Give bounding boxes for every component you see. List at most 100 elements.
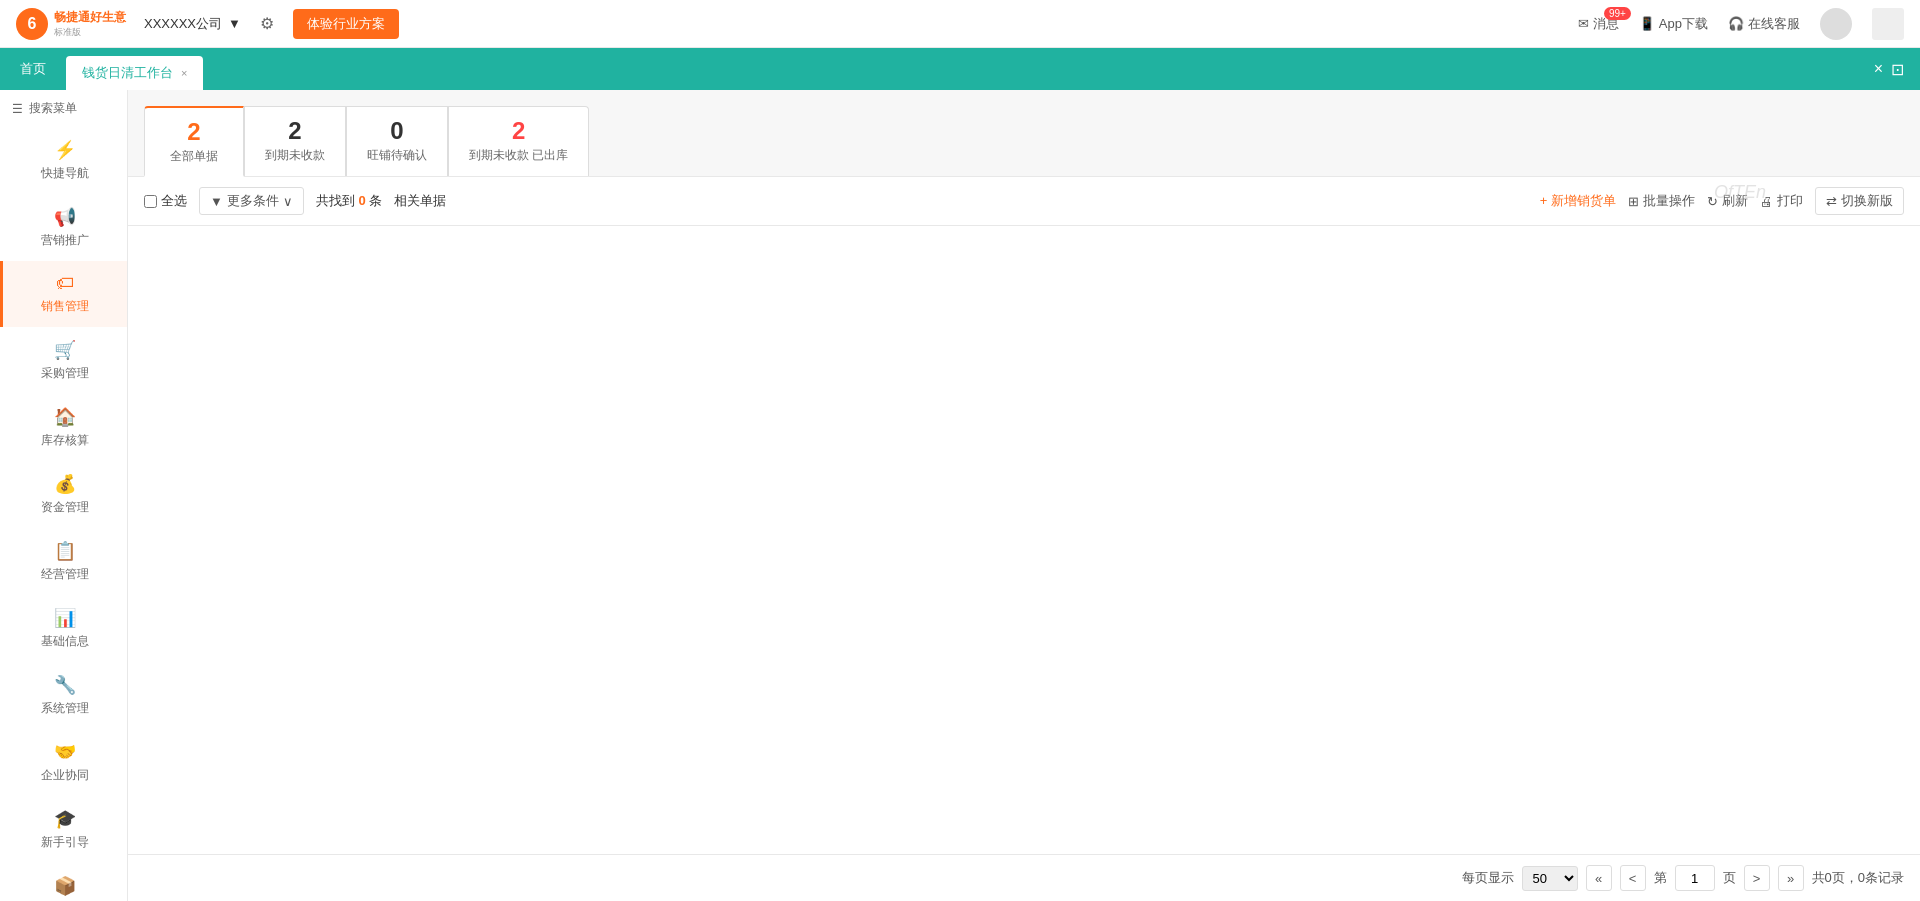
settings-icon[interactable]: ⚙ xyxy=(253,10,281,38)
sidebar-item-base-info[interactable]: 📊 基础信息 xyxy=(0,595,127,662)
tab-label: 钱货日清工作台 xyxy=(82,64,173,82)
company-name: XXXXXX公司 xyxy=(144,15,222,33)
online-service-button[interactable]: 🎧 在线客服 xyxy=(1728,15,1800,33)
print-label: 打印 xyxy=(1777,192,1803,210)
sidebar-item-enterprise[interactable]: 🤝 企业协同 xyxy=(0,729,127,796)
page-label: 第 xyxy=(1654,869,1667,887)
sidebar-item-system[interactable]: 🔧 系统管理 xyxy=(0,662,127,729)
switch-version-button[interactable]: ⇄ 切换新版 xyxy=(1815,187,1904,215)
inventory-icon: 🏠 xyxy=(54,406,76,428)
switch-label: 切换新版 xyxy=(1841,192,1893,210)
tab-active[interactable]: 钱货日清工作台 × xyxy=(66,56,203,90)
print-icon: 🖨 xyxy=(1760,194,1773,209)
main-layout: ☰ 搜索菜单 ⚡ 快捷导航 📢 营销推广 🏷 销售管理 🛒 采购管理 🏠 库存核… xyxy=(0,90,1920,901)
batch-label: 批量操作 xyxy=(1643,192,1695,210)
filter-label: 更多条件 xyxy=(227,192,279,210)
sidebar-item-marketing[interactable]: 📢 营销推广 xyxy=(0,194,127,261)
trial-button[interactable]: 体验行业方案 xyxy=(293,9,399,39)
refresh-button[interactable]: ↻ 刷新 xyxy=(1707,192,1748,210)
filter-tab-label: 到期未收款 xyxy=(265,147,325,164)
refresh-icon: ↻ xyxy=(1707,194,1718,209)
user-extra[interactable] xyxy=(1872,8,1904,40)
content-area: 2 全部单据 2 到期未收款 0 旺铺待确认 2 到期未收款 已出库 xyxy=(128,90,1920,901)
tab-close-icon[interactable]: × xyxy=(181,67,187,79)
filter-tab-num: 2 xyxy=(288,117,301,145)
maximize-button[interactable]: ⊡ xyxy=(1891,60,1904,79)
enterprise-icon: 🤝 xyxy=(54,741,76,763)
filter-tab-pending[interactable]: 0 旺铺待确认 xyxy=(346,106,448,176)
per-page-select[interactable]: 50 10 20 100 xyxy=(1522,866,1578,891)
page-input[interactable] xyxy=(1675,865,1715,891)
quick-nav-icon: ⚡ xyxy=(54,139,76,161)
filter-tab-all[interactable]: 2 全部单据 xyxy=(144,106,244,177)
refresh-label: 刷新 xyxy=(1722,192,1748,210)
content-inner: 2 全部单据 2 到期未收款 0 旺铺待确认 2 到期未收款 已出库 xyxy=(128,90,1920,901)
system-icon: 🔧 xyxy=(54,674,76,696)
switch-icon: ⇄ xyxy=(1826,194,1837,209)
total-label: 共0页，0条记录 xyxy=(1812,869,1904,887)
print-button[interactable]: 🖨 打印 xyxy=(1760,192,1803,210)
select-all-input[interactable] xyxy=(144,195,157,208)
message-button[interactable]: ✉ 消息 99+ xyxy=(1578,15,1619,33)
sidebar-item-guide[interactable]: 🎓 新手引导 xyxy=(0,796,127,863)
tabbar: 首页 钱货日清工作台 × × ⊡ xyxy=(0,48,1920,90)
sidebar-item-label: 基础信息 xyxy=(41,633,89,650)
filter-tabs: 2 全部单据 2 到期未收款 0 旺铺待确认 2 到期未收款 已出库 xyxy=(128,90,1920,177)
filter-tab-num: 2 xyxy=(512,117,525,145)
sidebar-item-label: 新手引导 xyxy=(41,834,89,851)
sidebar-item-label: 经营管理 xyxy=(41,566,89,583)
sidebar-search[interactable]: ☰ 搜索菜单 xyxy=(0,90,127,127)
filter-tab-label: 全部单据 xyxy=(170,148,218,165)
more-filter-button[interactable]: ▼ 更多条件 ∨ xyxy=(199,187,304,215)
purchase-icon: 🛒 xyxy=(54,339,76,361)
batch-button[interactable]: ⊞ 批量操作 xyxy=(1628,192,1695,210)
tab-home[interactable]: 首页 xyxy=(0,48,66,90)
sidebar-item-label: 资金管理 xyxy=(41,499,89,516)
filter-tab-label: 到期未收款 已出库 xyxy=(469,147,568,164)
filter-tab-num: 0 xyxy=(390,117,403,145)
company-selector[interactable]: XXXXXX公司 ▼ xyxy=(144,15,241,33)
sidebar-item-label: 系统管理 xyxy=(41,700,89,717)
prev-page-button[interactable]: < xyxy=(1620,865,1646,891)
search-icon: ☰ xyxy=(12,102,23,116)
sidebar-item-sales[interactable]: 🏷 销售管理 xyxy=(0,261,127,327)
header: 6 畅捷通好生意 标准版 XXXXXX公司 ▼ ⚙ 体验行业方案 ✉ 消息 99… xyxy=(0,0,1920,48)
sidebar-item-operation[interactable]: 📋 经营管理 xyxy=(0,528,127,595)
count-value: 0 xyxy=(359,193,366,208)
chevron-down-icon: ∨ xyxy=(283,194,293,209)
search-label: 搜索菜单 xyxy=(29,100,77,117)
table-area xyxy=(128,226,1920,854)
filter-tab-shipped[interactable]: 2 到期未收款 已出库 xyxy=(448,106,589,176)
app-download-button[interactable]: 📱 App下载 xyxy=(1639,15,1708,33)
marketing-icon: 📢 xyxy=(54,206,76,228)
logo-text: 畅捷通好生意 标准版 xyxy=(54,9,126,39)
first-page-button[interactable]: « xyxy=(1586,865,1612,891)
operation-icon: 📋 xyxy=(54,540,76,562)
sidebar-item-label: 营销推广 xyxy=(41,232,89,249)
last-page-button[interactable]: » xyxy=(1778,865,1804,891)
minimize-button[interactable]: × xyxy=(1874,60,1883,78)
header-right: ✉ 消息 99+ 📱 App下载 🎧 在线客服 xyxy=(1578,8,1904,40)
app-center-icon: 📦 xyxy=(54,875,76,897)
sidebar-item-app-center[interactable]: 📦 应用中心 xyxy=(0,863,127,901)
sidebar-item-quick-nav[interactable]: ⚡ 快捷导航 xyxy=(0,127,127,194)
logo-area: 6 畅捷通好生意 标准版 xyxy=(16,8,144,40)
sidebar: ☰ 搜索菜单 ⚡ 快捷导航 📢 营销推广 🏷 销售管理 🛒 采购管理 🏠 库存核… xyxy=(0,90,128,901)
service-icon: 🎧 xyxy=(1728,16,1744,31)
related-label: 相关单据 xyxy=(394,192,446,210)
per-page-label: 每页显示 xyxy=(1462,869,1514,887)
next-page-button[interactable]: > xyxy=(1744,865,1770,891)
filter-tab-overdue[interactable]: 2 到期未收款 xyxy=(244,106,346,176)
sidebar-item-capital[interactable]: 💰 资金管理 xyxy=(0,461,127,528)
select-all-checkbox[interactable]: 全选 xyxy=(144,192,187,210)
sidebar-item-label: 快捷导航 xyxy=(41,165,89,182)
new-order-button[interactable]: + 新增销货单 xyxy=(1540,192,1616,210)
capital-icon: 💰 xyxy=(54,473,76,495)
avatar[interactable] xyxy=(1820,8,1852,40)
sidebar-item-purchase[interactable]: 🛒 采购管理 xyxy=(0,327,127,394)
sidebar-item-inventory[interactable]: 🏠 库存核算 xyxy=(0,394,127,461)
filter-tab-num: 2 xyxy=(187,118,200,146)
select-all-label: 全选 xyxy=(161,192,187,210)
page-suffix: 页 xyxy=(1723,869,1736,887)
sidebar-item-label: 企业协同 xyxy=(41,767,89,784)
